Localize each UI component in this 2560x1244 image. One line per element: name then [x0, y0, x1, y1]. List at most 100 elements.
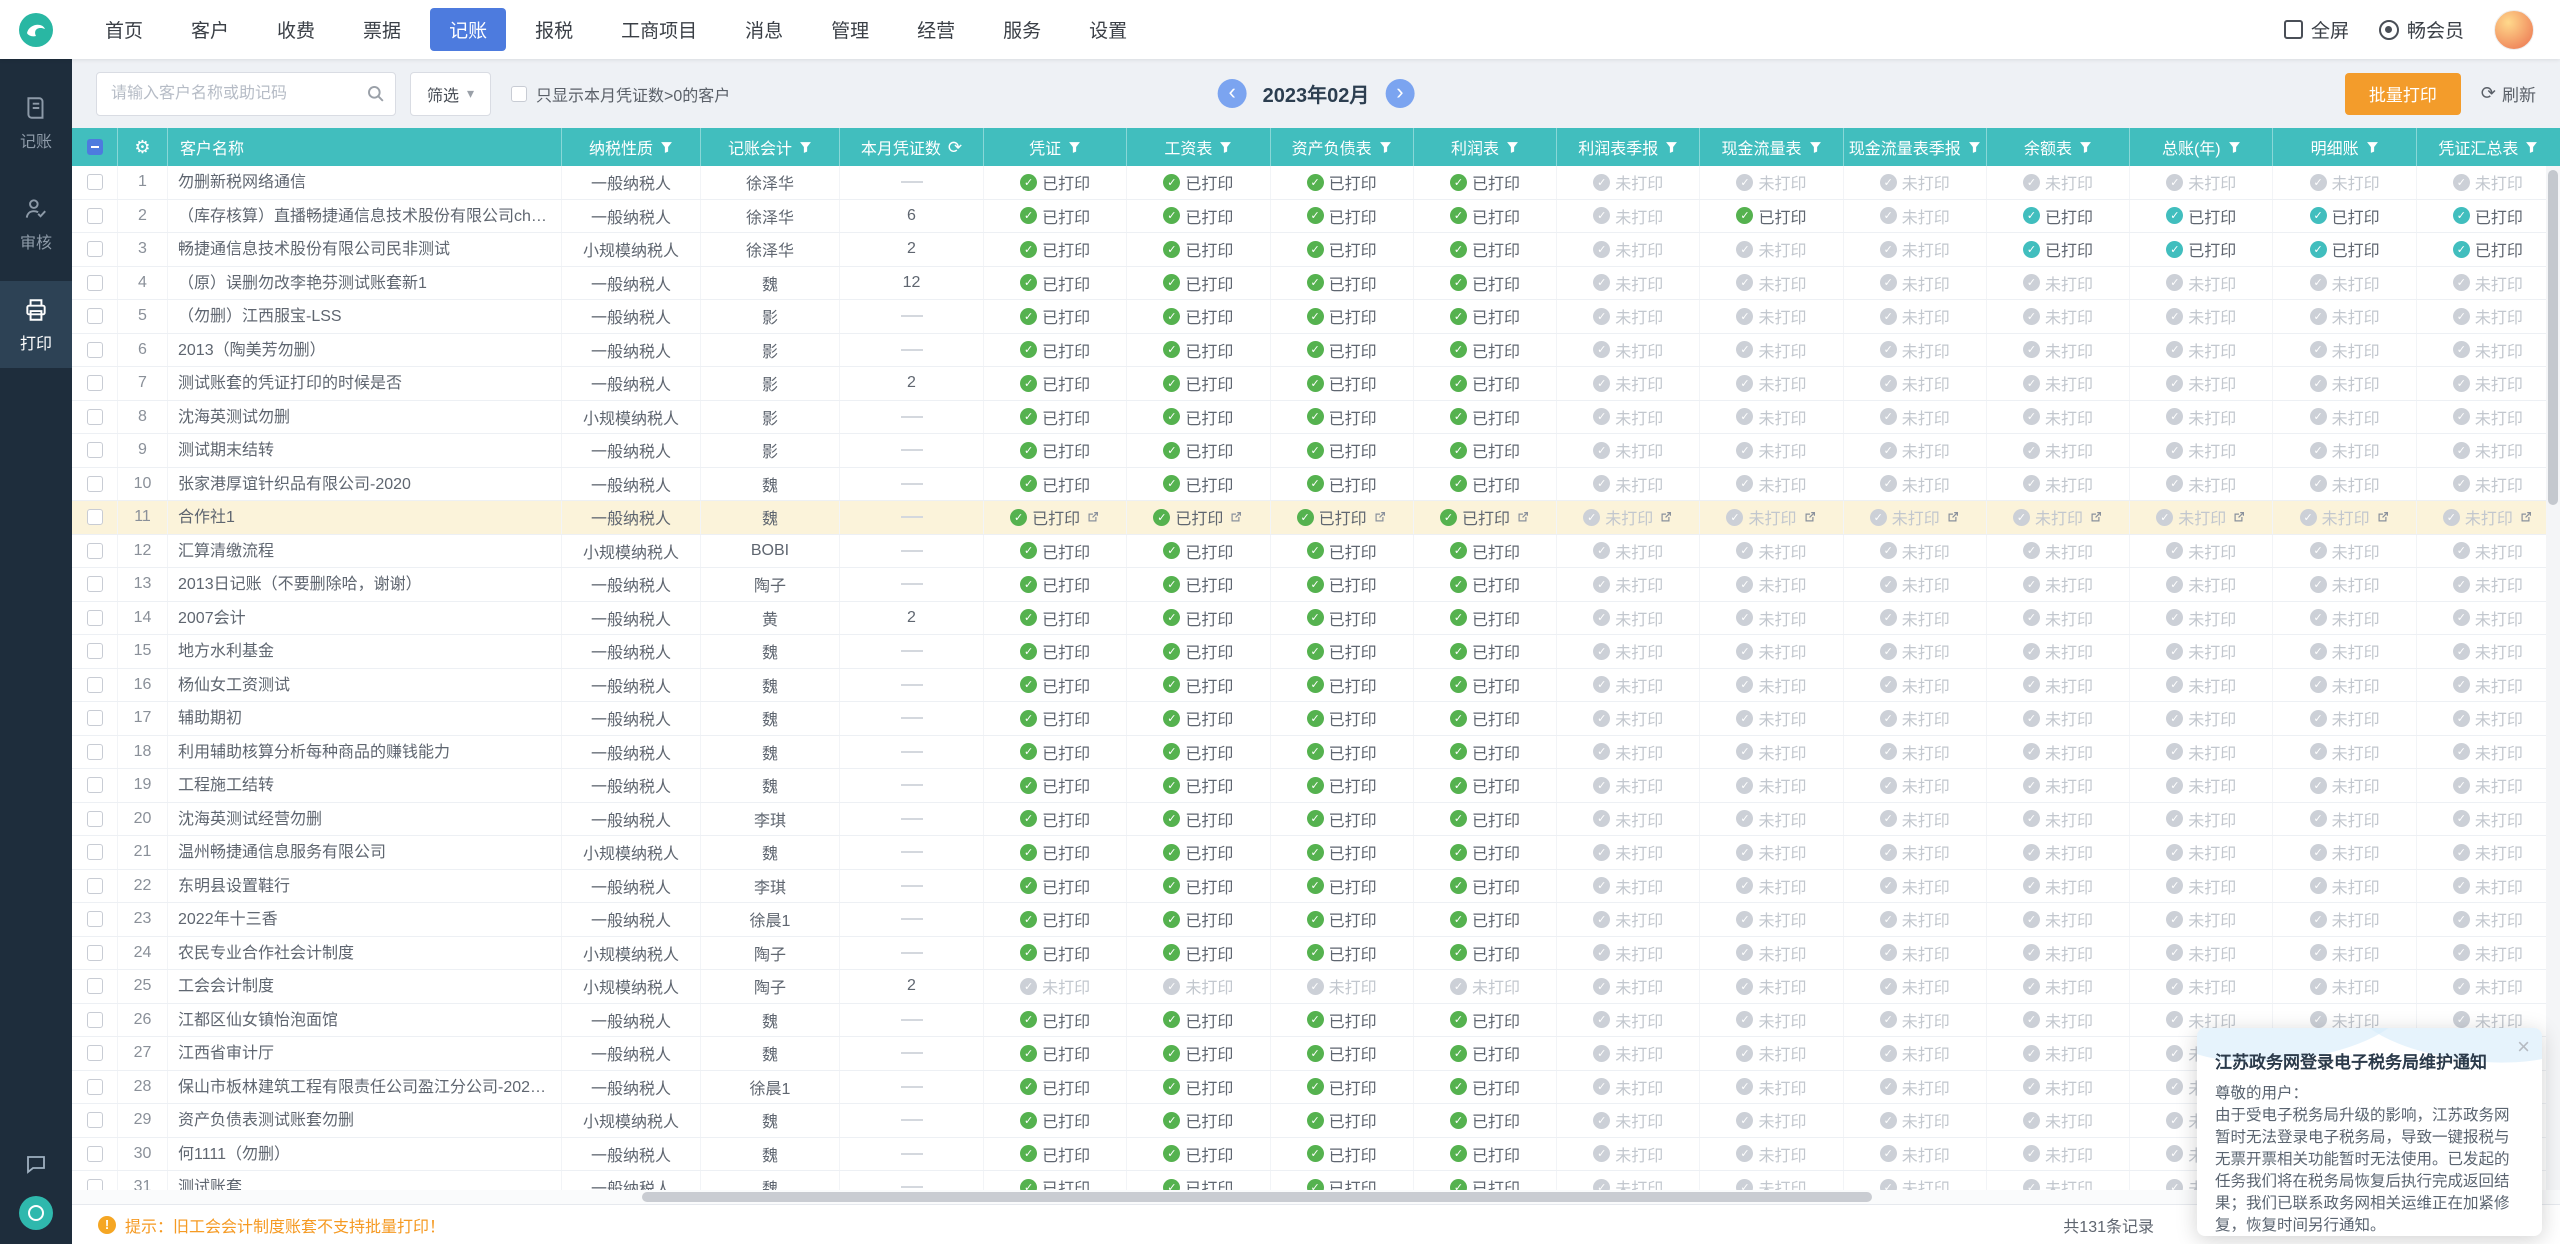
row-checkbox[interactable]	[86, 1078, 103, 1095]
column-header-现金流量表季报[interactable]: 现金流量表季报	[1844, 128, 1987, 166]
sort-sync-icon[interactable]: ⟳	[948, 139, 962, 156]
prev-month-button[interactable]: ‹	[1217, 79, 1247, 108]
row-checkbox[interactable]	[86, 576, 103, 593]
table-row[interactable]: 11 合作社1 一般纳税人魏 ✓ 已打印 ✓ 已打印 ✓ 已打印 ✓ 已打印 ✓ 未打印 ✓ 未打印 ✓ 未打印…	[72, 501, 2560, 535]
row-checkbox[interactable]	[86, 810, 103, 827]
external-link-icon[interactable]	[1086, 510, 1100, 524]
row-checkbox[interactable]	[86, 877, 103, 894]
filter-funnel-icon[interactable]	[1219, 141, 1232, 154]
table-row[interactable]: 3 畅捷通信息技术股份有限公司民非测试 小规模纳税人 徐泽华 2 ✓ 已打印 ✓ 已打印 ✓ 已打印…	[72, 233, 2560, 267]
vertical-scrollbar-thumb[interactable]	[2548, 170, 2558, 505]
user-avatar[interactable]	[2494, 9, 2534, 50]
topnav-item-服务[interactable]: 服务	[984, 8, 1060, 51]
row-checkbox[interactable]	[86, 911, 103, 928]
search-icon[interactable]	[366, 84, 385, 108]
row-checkbox[interactable]	[86, 844, 103, 861]
table-row[interactable]: 2（库存核算）直播畅捷通信息技术股份有限公司chanjet（原...一般纳税人徐…	[72, 199, 2560, 233]
column-header-明细账[interactable]: 明细账	[2273, 128, 2417, 166]
table-row[interactable]: 22 东明县设置鞋行 一般纳税人 李琪 ✓ 已打印 ✓ 已打印 ✓ 已打印 ✓ 已打印 ✓ 未打印 ✓ 未打印…	[72, 869, 2560, 903]
topnav-item-管理[interactable]: 管理	[812, 8, 888, 51]
filter-funnel-icon[interactable]	[1809, 141, 1822, 154]
filter-funnel-icon[interactable]	[799, 141, 812, 154]
external-link-icon[interactable]	[2089, 510, 2103, 524]
table-row[interactable]: 27 江西省审计厅 一般纳税人魏 ✓ 已打印 ✓ 已打印 ✓ 已打印 ✓ 已打印 ✓ 未打印 ✓ 未打印 ✓ 未…	[72, 1037, 2560, 1071]
table-row[interactable]: 14 2007会计 一般纳税人黄 2 ✓ 已打印 ✓ 已打印 ✓ 已打印 ✓ 已打印 ✓ 未打印 ✓ 未打印 ✓…	[72, 601, 2560, 635]
row-checkbox[interactable]	[86, 408, 103, 425]
topnav-item-客户[interactable]: 客户	[172, 8, 248, 51]
table-row[interactable]: 29 资产负债表测试账套勿删 小规模纳税人魏 ✓ 已打印 ✓ 已打印 ✓ 已打印 ✓ 已打印 ✓ 未打印…	[72, 1104, 2560, 1138]
filter-funnel-icon[interactable]	[2366, 141, 2379, 154]
table-row[interactable]: 30 何1111（勿删） 一般纳税人魏 ✓ 已打印 ✓ 已打印 ✓ 已打印 ✓ 已打印 ✓ 未打印 ✓ 未打…	[72, 1137, 2560, 1171]
row-checkbox[interactable]	[86, 777, 103, 794]
table-row[interactable]: 19 工程施工结转 一般纳税人魏 ✓ 已打印 ✓ 已打印 ✓ 已打印 ✓ 已打印 ✓ 未打印 ✓ 未打印 ✓ 未…	[72, 769, 2560, 803]
topnav-item-记账[interactable]: 记账	[430, 8, 507, 51]
topnav-item-工商项目[interactable]: 工商项目	[602, 8, 716, 51]
row-checkbox[interactable]	[86, 978, 103, 995]
chat-icon[interactable]	[24, 1152, 48, 1176]
row-checkbox[interactable]	[86, 442, 103, 459]
row-checkbox[interactable]	[86, 944, 103, 961]
column-header-利润表季报[interactable]: 利润表季报	[1557, 128, 1701, 166]
horizontal-scrollbar-thumb[interactable]	[642, 1192, 1872, 1202]
table-row[interactable]: 15 地方水利基金 一般纳税人魏 ✓ 已打印 ✓ 已打印 ✓ 已打印 ✓ 已打印 ✓ 未打印 ✓ 未打印 ✓ 未…	[72, 635, 2560, 669]
column-header-资产负债表[interactable]: 资产负债表	[1271, 128, 1414, 166]
row-checkbox[interactable]	[86, 710, 103, 727]
external-link-icon[interactable]	[2376, 510, 2390, 524]
column-header-凭证[interactable]: 凭证	[984, 128, 1128, 166]
topnav-item-报税[interactable]: 报税	[516, 8, 592, 51]
topnav-item-首页[interactable]: 首页	[86, 8, 162, 51]
sidebar-item-记账[interactable]: 记账	[0, 79, 72, 166]
table-row[interactable]: 8 沈海英测试勿删 小规模纳税人影 ✓ 已打印 ✓ 已打印 ✓ 已打印 ✓ 已打印 ✓ 未打印 ✓ 未打印 ✓…	[72, 400, 2560, 434]
table-row[interactable]: 5 （勿删）江西服宝-LSS 一般纳税人影 ✓ 已打印 ✓ 已打印 ✓ 已打印 ✓ 已打印 ✓ 未打印 ✓…	[72, 300, 2560, 334]
table-row[interactable]: 17 辅助期初 一般纳税人魏 ✓ 已打印 ✓ 已打印 ✓ 已打印 ✓ 已打印 ✓ 未打印 ✓ 未打印 ✓ 未打印…	[72, 702, 2560, 736]
filter-funnel-icon[interactable]	[1379, 141, 1392, 154]
external-link-icon[interactable]	[2519, 510, 2533, 524]
table-row[interactable]: 20 沈海英测试经营勿删 一般纳税人 李琪 ✓ 已打印 ✓ 已打印 ✓ 已打印 ✓ 已打印 ✓ 未打印 ✓ 未…	[72, 802, 2560, 836]
external-link-icon[interactable]	[1516, 510, 1530, 524]
table-row[interactable]: 4 （原）误删勿改李艳芬测试账套新1 一般纳税人魏 12 ✓ 已打印 ✓ 已打印 ✓ 已打印 ✓ 已打…	[72, 266, 2560, 300]
external-link-icon[interactable]	[1373, 510, 1387, 524]
external-link-icon[interactable]	[2232, 510, 2246, 524]
row-checkbox[interactable]	[86, 542, 103, 559]
table-row[interactable]: 28保山市板林建筑工程有限责任公司盈江分公司-2020(202206...一般纳…	[72, 1070, 2560, 1104]
row-checkbox[interactable]	[86, 308, 103, 325]
external-link-icon[interactable]	[1659, 510, 1673, 524]
table-row[interactable]: 6 2013（陶美芳勿删） 一般纳税人影 ✓ 已打印 ✓ 已打印 ✓ 已打印 ✓ 已打印 ✓ 未打印 ✓ 未…	[72, 333, 2560, 367]
select-all-checkbox[interactable]	[86, 139, 103, 155]
fullscreen-button[interactable]: 全屏	[2283, 16, 2349, 43]
checkbox[interactable]	[511, 85, 528, 102]
filter-funnel-icon[interactable]	[1968, 141, 1981, 154]
customer-service-icon[interactable]	[19, 1196, 53, 1230]
row-checkbox[interactable]	[86, 509, 103, 526]
filter-funnel-icon[interactable]	[2079, 141, 2092, 154]
table-row[interactable]: 1 勿删新税网络通信 一般纳税人 徐泽华 ✓ 已打印 ✓ 已打印 ✓ 已打印 ✓ 已打印 ✓ 未打印 ✓ 未打…	[72, 166, 2560, 200]
sidebar-item-审核[interactable]: 审核	[0, 180, 72, 267]
vertical-scrollbar[interactable]	[2546, 166, 2560, 1190]
table-row[interactable]: 18 利用辅助核算分析每种商品的赚钱能力 一般纳税人魏 ✓ 已打印 ✓ 已打印 ✓ 已打印 ✓ 已打…	[72, 735, 2560, 769]
filter-funnel-icon[interactable]	[1665, 141, 1678, 154]
row-checkbox[interactable]	[86, 274, 103, 291]
topnav-item-消息[interactable]: 消息	[726, 8, 802, 51]
refresh-button[interactable]: ⟳ 刷新	[2481, 81, 2536, 106]
external-link-icon[interactable]	[1229, 510, 1243, 524]
row-checkbox[interactable]	[86, 1011, 103, 1028]
only-with-vouchers-checkbox[interactable]: 只显示本月凭证数>0的客户	[511, 82, 730, 106]
filter-funnel-icon[interactable]	[2228, 141, 2241, 154]
column-header-现金流量表[interactable]: 现金流量表	[1700, 128, 1844, 166]
table-row[interactable]: 23 2022年十三香 一般纳税人 徐晨1 ✓ 已打印 ✓ 已打印 ✓ 已打印 ✓ 已打印 ✓ 未打印 ✓ 未…	[72, 903, 2560, 937]
filter-button[interactable]: 筛选 ▾	[410, 71, 492, 116]
column-header-余额表[interactable]: 余额表	[1987, 128, 2131, 166]
column-header-总账(年)[interactable]: 总账(年)	[2130, 128, 2274, 166]
gear-icon[interactable]: ⚙	[134, 138, 150, 156]
column-header-凭证汇总表[interactable]: 凭证汇总表	[2417, 128, 2560, 166]
row-checkbox[interactable]	[86, 341, 103, 358]
member-button[interactable]: 畅会员	[2378, 16, 2464, 43]
sidebar-item-打印[interactable]: 打印	[0, 281, 72, 368]
table-row[interactable]: 7 测试账套的凭证打印的时候是否 一般纳税人影 2 ✓ 已打印 ✓ 已打印 ✓ 已打印 ✓ 已打印 ✓ 未…	[72, 367, 2560, 401]
row-checkbox[interactable]	[86, 1179, 103, 1190]
column-header-记账会计[interactable]: 记账会计	[701, 128, 840, 166]
table-row[interactable]: 12 汇算清缴流程 小规模纳税人 BOBI ✓ 已打印 ✓ 已打印 ✓ 已打印 ✓ 已打印 ✓ 未打印 ✓ 未…	[72, 534, 2560, 568]
topnav-item-设置[interactable]: 设置	[1070, 8, 1146, 51]
table-row[interactable]: 9 测试期末结转 一般纳税人影 ✓ 已打印 ✓ 已打印 ✓ 已打印 ✓ 已打印 ✓ 未打印 ✓ 未打印 ✓ 未打…	[72, 434, 2560, 468]
row-checkbox[interactable]	[86, 609, 103, 626]
